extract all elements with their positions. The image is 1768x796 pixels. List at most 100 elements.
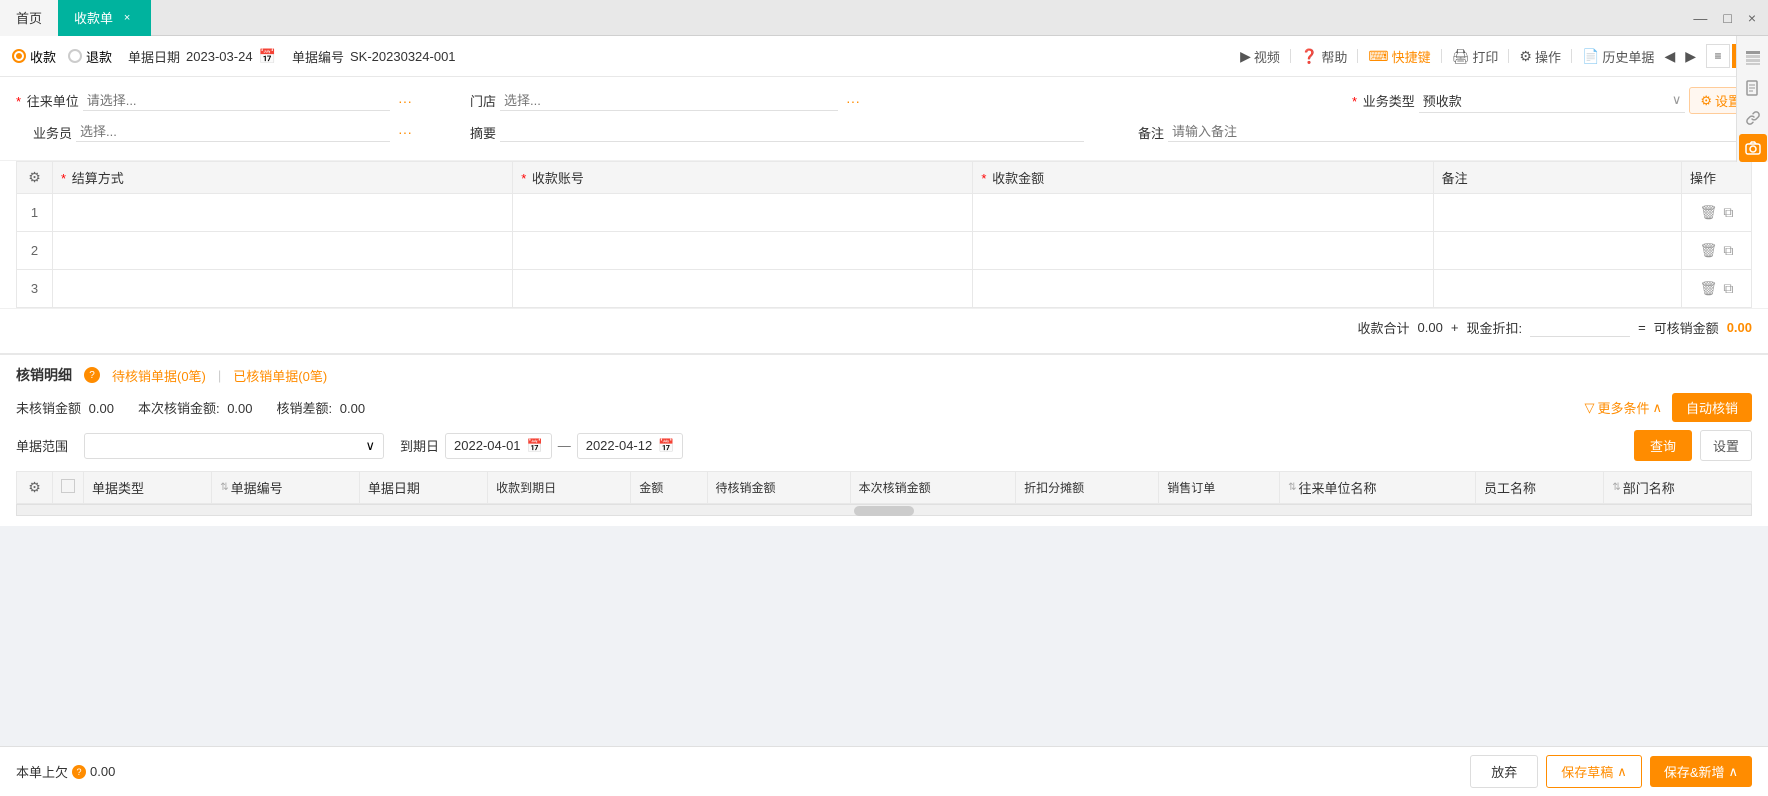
bottom-settings-btn[interactable]: 设置 [1700, 430, 1752, 461]
select-all-checkbox[interactable] [61, 479, 75, 493]
done-tab[interactable]: 已核销单据(0笔) [233, 366, 327, 385]
sidebar-icon-1[interactable] [1739, 44, 1767, 72]
history-btn[interactable]: 📄 历史单据 [1582, 47, 1654, 66]
list-layout-btn[interactable]: ≡ [1706, 44, 1730, 68]
tab-receipt[interactable]: 收款单 × [58, 0, 151, 36]
footer-info-icon[interactable]: ? [72, 765, 86, 779]
row-copy-3[interactable]: ⧉ [1723, 280, 1733, 297]
partner-input[interactable] [83, 91, 390, 111]
date-from-input[interactable]: 2022-04-01 📅 [445, 433, 552, 459]
row-amount-3[interactable] [973, 270, 1433, 308]
save-draft-button[interactable]: 保存草稿 ∧ [1546, 755, 1642, 788]
video-btn[interactable]: ▶ 视频 [1240, 47, 1280, 66]
summary-label: 摘要 [464, 123, 496, 142]
type-select[interactable]: 预收款 ∨ [1419, 89, 1686, 113]
row-delete-2[interactable]: 🗑 [1700, 242, 1718, 259]
shortcut-icon: ⌨ [1368, 48, 1388, 65]
help-btn[interactable]: ❓ 帮助 [1301, 47, 1347, 66]
more-conditions-btn[interactable]: ▽ 更多条件 ∧ [1584, 398, 1662, 417]
staff-label: 业务员 [16, 123, 72, 142]
save-new-button[interactable]: 保存&新增 ∧ [1650, 756, 1752, 787]
staff-input[interactable] [76, 122, 390, 142]
query-btn[interactable]: 查询 [1634, 430, 1692, 461]
row-settlement-2[interactable] [53, 232, 513, 270]
notes-input[interactable] [1168, 122, 1752, 142]
pending-tab[interactable]: 待核销单据(0笔) [112, 366, 206, 385]
row-num-2: 2 [17, 232, 53, 270]
operations-btn[interactable]: ⚙ 操作 [1519, 47, 1561, 66]
row-amount-1[interactable] [973, 194, 1433, 232]
row-copy-1[interactable]: ⧉ [1723, 204, 1733, 221]
nav-next[interactable]: ▶ [1685, 48, 1696, 65]
scroll-thumb[interactable] [854, 506, 914, 516]
radio-refund-label: 退款 [86, 47, 112, 66]
shop-input[interactable] [500, 91, 838, 111]
row-account-1[interactable] [513, 194, 973, 232]
calendar-icon[interactable]: 📅 [259, 48, 276, 65]
th-amount-required: * [981, 171, 986, 186]
range-select[interactable]: ∨ [84, 433, 384, 459]
row-delete-3[interactable]: 🗑 [1700, 280, 1718, 297]
plus-sign: + [1451, 320, 1459, 335]
th-account-required: * [521, 171, 526, 186]
bottom-gear-icon[interactable]: ⚙ [28, 479, 41, 495]
row-settlement-3[interactable] [53, 270, 513, 308]
footer-label: 本单上欠 [16, 762, 68, 781]
shortcut-btn[interactable]: ⌨ 快捷键 [1368, 47, 1430, 66]
tab-home-label: 首页 [16, 8, 42, 27]
auto-verify-btn[interactable]: 自动核销 [1672, 393, 1752, 422]
row-account-2[interactable] [513, 232, 973, 270]
sidebar-link-icon [1745, 110, 1761, 126]
close-button[interactable]: × [1744, 10, 1760, 26]
date-to-input[interactable]: 2022-04-12 📅 [577, 433, 684, 459]
row-account-3[interactable] [513, 270, 973, 308]
bth-checkbox[interactable] [53, 472, 84, 504]
type-field: * 业务类型 预收款 ∨ ⚙ 设置 [1352, 87, 1752, 114]
row-settlement-1[interactable] [53, 194, 513, 232]
row-notes-1[interactable] [1433, 194, 1681, 232]
radio-receipt[interactable]: 收款 [12, 47, 56, 66]
row-delete-1[interactable]: 🗑 [1700, 204, 1718, 221]
nav-prev[interactable]: ◀ [1664, 48, 1675, 65]
verify-info-icon[interactable]: ? [84, 367, 100, 383]
print-label: 打印 [1472, 47, 1498, 66]
tab-close-icon[interactable]: × [119, 10, 135, 26]
row-amount-2[interactable] [973, 232, 1433, 270]
maximize-button[interactable]: □ [1719, 10, 1735, 26]
video-icon: ▶ [1240, 48, 1251, 65]
print-btn[interactable]: 🖨 打印 [1452, 47, 1499, 66]
table-gear-icon[interactable]: ⚙ [28, 169, 41, 185]
sidebar-icon-3[interactable] [1739, 104, 1767, 132]
th-notes: 备注 [1433, 162, 1681, 194]
notes-label: 备注 [1132, 123, 1164, 142]
tab-home[interactable]: 首页 [0, 0, 58, 36]
staff-more-btn[interactable]: ··· [394, 124, 416, 140]
shop-more-btn[interactable]: ··· [842, 93, 864, 109]
diff-label: 核销差额: [277, 401, 333, 416]
verify-header: 核销明细 ? 待核销单据(0笔) | 已核销单据(0笔) [16, 365, 1752, 385]
abandon-button[interactable]: 放弃 [1470, 755, 1538, 788]
table-row: 2 🗑 ⧉ [17, 232, 1752, 270]
row-notes-2[interactable] [1433, 232, 1681, 270]
horizontal-scrollbar[interactable] [16, 504, 1752, 516]
ops-icon: ⚙ [1519, 48, 1532, 65]
radio-refund[interactable]: 退款 [68, 47, 112, 66]
discount-input[interactable] [1530, 317, 1630, 337]
sidebar-icon-2[interactable] [1739, 74, 1767, 102]
minimize-button[interactable]: — [1689, 10, 1711, 26]
current-label: 本次核销金额: [138, 401, 220, 416]
row-notes-3[interactable] [1433, 270, 1681, 308]
tab-separator: | [218, 368, 221, 383]
shortcut-label: 快捷键 [1392, 47, 1431, 66]
bth-gear[interactable]: ⚙ [17, 472, 53, 504]
th-gear[interactable]: ⚙ [17, 162, 53, 194]
date-from-value: 2022-04-01 [454, 438, 521, 453]
partner-more-btn[interactable]: ··· [394, 93, 416, 109]
summary-input[interactable] [500, 122, 1084, 142]
date-range-field: 到期日 2022-04-01 📅 — 2022-04-12 📅 [400, 433, 683, 459]
row-copy-2[interactable]: ⧉ [1723, 242, 1733, 259]
bth-staff: 员工名称 [1476, 472, 1604, 504]
sidebar-icon-4[interactable] [1739, 134, 1767, 162]
th-ops: 操作 [1682, 162, 1752, 194]
date-separator: — [558, 438, 571, 453]
